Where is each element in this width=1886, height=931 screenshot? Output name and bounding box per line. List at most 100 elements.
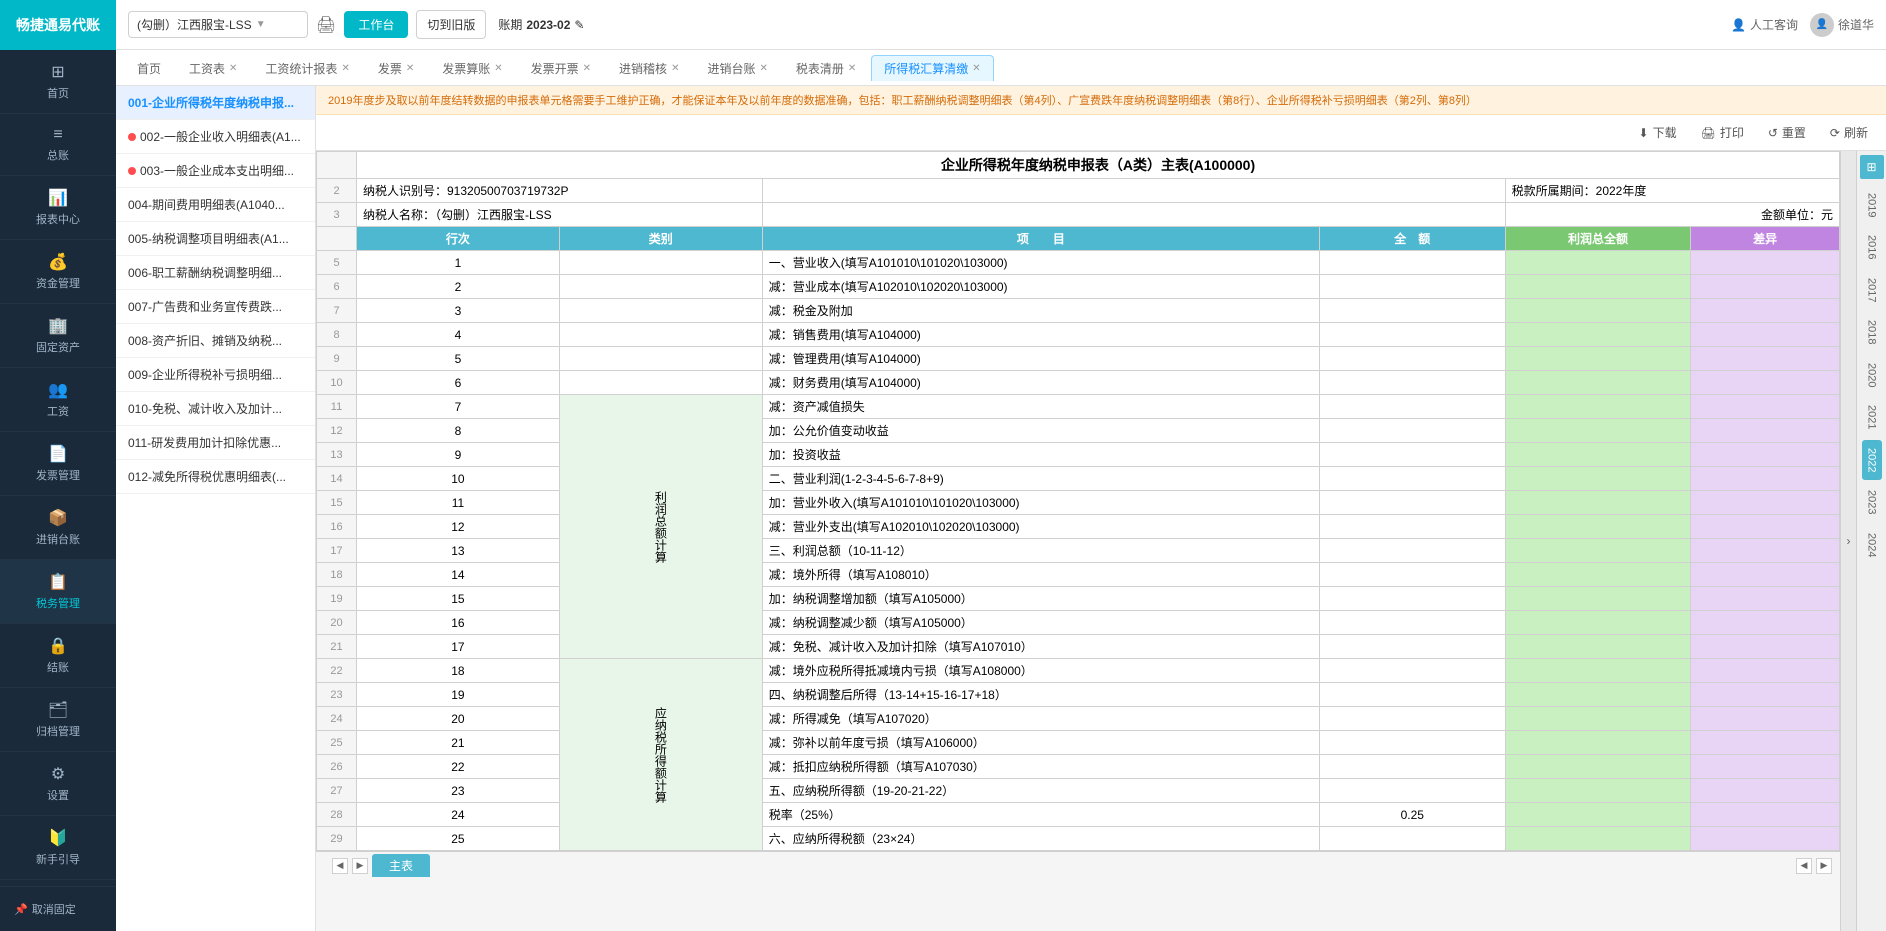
form-list-item-002[interactable]: 002-一般企业收入明细表(A1... bbox=[116, 120, 315, 154]
profit-5[interactable] bbox=[1505, 371, 1691, 395]
profit-18[interactable] bbox=[1505, 683, 1691, 707]
tab-sales-ledger[interactable]: 进销台账✕ bbox=[694, 55, 780, 81]
profit-9[interactable] bbox=[1505, 467, 1691, 491]
amount-13[interactable] bbox=[1319, 563, 1505, 587]
sidebar-item-ledger[interactable]: ≡总账 bbox=[0, 114, 116, 176]
amount-9[interactable] bbox=[1319, 467, 1505, 491]
profit-23[interactable] bbox=[1505, 803, 1691, 827]
year-item-2018[interactable]: 2018 bbox=[1862, 312, 1882, 352]
diff-9[interactable] bbox=[1691, 467, 1840, 491]
year-item-2020[interactable]: 2020 bbox=[1862, 355, 1882, 395]
tab-close-invoice-verify[interactable]: ✕ bbox=[671, 63, 679, 74]
tab-close-sales-ledger[interactable]: ✕ bbox=[759, 63, 767, 74]
amount-0[interactable] bbox=[1319, 251, 1505, 275]
diff-19[interactable] bbox=[1691, 707, 1840, 731]
form-list-item-005[interactable]: 005-纳税调整项目明细表(A1... bbox=[116, 222, 315, 256]
amount-17[interactable] bbox=[1319, 659, 1505, 683]
profit-10[interactable] bbox=[1505, 491, 1691, 515]
tab-payroll[interactable]: 工资表✕ bbox=[176, 55, 250, 81]
amount-1[interactable] bbox=[1319, 275, 1505, 299]
diff-3[interactable] bbox=[1691, 323, 1840, 347]
profit-6[interactable] bbox=[1505, 395, 1691, 419]
company-selector[interactable]: (勾删）江西服宝-LSS ▼ bbox=[128, 11, 308, 38]
diff-8[interactable] bbox=[1691, 443, 1840, 467]
sidebar-item-report[interactable]: 📊报表中心 bbox=[0, 176, 116, 240]
amount-10[interactable] bbox=[1319, 491, 1505, 515]
reset-button[interactable]: ↺ 重置 bbox=[1762, 121, 1812, 144]
sidebar-item-invoice-mgmt[interactable]: 📄发票管理 bbox=[0, 432, 116, 496]
form-list-item-003[interactable]: 003-一般企业成本支出明细... bbox=[116, 154, 315, 188]
diff-7[interactable] bbox=[1691, 419, 1840, 443]
profit-17[interactable] bbox=[1505, 659, 1691, 683]
tab-tax-clearance[interactable]: 税表清册✕ bbox=[783, 55, 869, 81]
diff-15[interactable] bbox=[1691, 611, 1840, 635]
amount-19[interactable] bbox=[1319, 707, 1505, 731]
profit-19[interactable] bbox=[1505, 707, 1691, 731]
profit-7[interactable] bbox=[1505, 419, 1691, 443]
profit-8[interactable] bbox=[1505, 443, 1691, 467]
print-icon[interactable]: 🖨 bbox=[316, 15, 336, 35]
form-list-item-006[interactable]: 006-职工薪酬纳税调整明细... bbox=[116, 256, 315, 290]
workbench-button[interactable]: 工作台 bbox=[344, 11, 408, 38]
refresh-button[interactable]: ⟳ 刷新 bbox=[1824, 121, 1874, 144]
diff-0[interactable] bbox=[1691, 251, 1840, 275]
amount-21[interactable] bbox=[1319, 755, 1505, 779]
tab-home[interactable]: 首页 bbox=[124, 55, 174, 81]
tab-close-tax-clearance[interactable]: ✕ bbox=[848, 63, 856, 74]
amount-15[interactable] bbox=[1319, 611, 1505, 635]
diff-24[interactable] bbox=[1691, 827, 1840, 851]
assistant-link[interactable]: 👤 人工客询 bbox=[1731, 16, 1798, 33]
sidebar-item-sales-purchase[interactable]: 📦进销台账 bbox=[0, 496, 116, 560]
sidebar-item-fund[interactable]: 💰资金管理 bbox=[0, 240, 116, 304]
profit-12[interactable] bbox=[1505, 539, 1691, 563]
diff-21[interactable] bbox=[1691, 755, 1840, 779]
sidebar-item-archive[interactable]: 🗂归档管理 bbox=[0, 688, 116, 752]
sidebar-item-home[interactable]: ⊞首页 bbox=[0, 50, 116, 114]
spreadsheet-container[interactable]: 企业所得税年度纳税申报表（A类）主表(A100000)2 纳税人识别号：9132… bbox=[316, 151, 1840, 851]
sheet-nav-left[interactable]: ◀ bbox=[332, 858, 348, 874]
scroll-left-btn[interactable]: ◀ bbox=[1796, 858, 1812, 874]
profit-2[interactable] bbox=[1505, 299, 1691, 323]
year-item-2016[interactable]: 2016 bbox=[1862, 227, 1882, 267]
pin-button[interactable]: 📌 取消固定 bbox=[8, 895, 108, 923]
switch-version-button[interactable]: 切到旧版 bbox=[416, 10, 486, 39]
profit-21[interactable] bbox=[1505, 755, 1691, 779]
form-list-item-007[interactable]: 007-广告费和业务宣传费跌... bbox=[116, 290, 315, 324]
amount-7[interactable] bbox=[1319, 419, 1505, 443]
amount-18[interactable] bbox=[1319, 683, 1505, 707]
panel-top-icon[interactable]: ⊞ bbox=[1860, 155, 1884, 179]
form-list-item-010[interactable]: 010-免税、减计收入及加计... bbox=[116, 392, 315, 426]
profit-15[interactable] bbox=[1505, 611, 1691, 635]
year-item-2024[interactable]: 2024 bbox=[1862, 525, 1882, 565]
year-item-2017[interactable]: 2017 bbox=[1862, 270, 1882, 310]
amount-23[interactable]: 0.25 bbox=[1319, 803, 1505, 827]
profit-14[interactable] bbox=[1505, 587, 1691, 611]
year-item-2019[interactable]: 2019 bbox=[1862, 185, 1882, 225]
diff-5[interactable] bbox=[1691, 371, 1840, 395]
form-list-item-011[interactable]: 011-研发费用加计扣除优惠... bbox=[116, 426, 315, 460]
year-item-2021[interactable]: 2021 bbox=[1862, 397, 1882, 437]
diff-10[interactable] bbox=[1691, 491, 1840, 515]
tab-invoice-open[interactable]: 发票开票✕ bbox=[518, 55, 604, 81]
diff-11[interactable] bbox=[1691, 515, 1840, 539]
tab-close-invoice[interactable]: ✕ bbox=[406, 63, 414, 74]
amount-4[interactable] bbox=[1319, 347, 1505, 371]
form-list-item-009[interactable]: 009-企业所得税补亏损明细... bbox=[116, 358, 315, 392]
print-button[interactable]: 🖨 打印 bbox=[1695, 121, 1750, 144]
user-profile[interactable]: 👤 徐道华 bbox=[1810, 13, 1874, 37]
year-item-2023[interactable]: 2023 bbox=[1862, 482, 1882, 522]
diff-1[interactable] bbox=[1691, 275, 1840, 299]
tab-close-tax-calc[interactable]: ✕ bbox=[972, 63, 980, 74]
profit-4[interactable] bbox=[1505, 347, 1691, 371]
diff-22[interactable] bbox=[1691, 779, 1840, 803]
profit-16[interactable] bbox=[1505, 635, 1691, 659]
diff-18[interactable] bbox=[1691, 683, 1840, 707]
amount-22[interactable] bbox=[1319, 779, 1505, 803]
amount-8[interactable] bbox=[1319, 443, 1505, 467]
diff-12[interactable] bbox=[1691, 539, 1840, 563]
tab-close-payroll[interactable]: ✕ bbox=[229, 63, 237, 74]
diff-2[interactable] bbox=[1691, 299, 1840, 323]
tab-close-payroll-stats[interactable]: ✕ bbox=[341, 63, 349, 74]
collapse-panel-button[interactable]: › bbox=[1840, 151, 1856, 931]
profit-3[interactable] bbox=[1505, 323, 1691, 347]
